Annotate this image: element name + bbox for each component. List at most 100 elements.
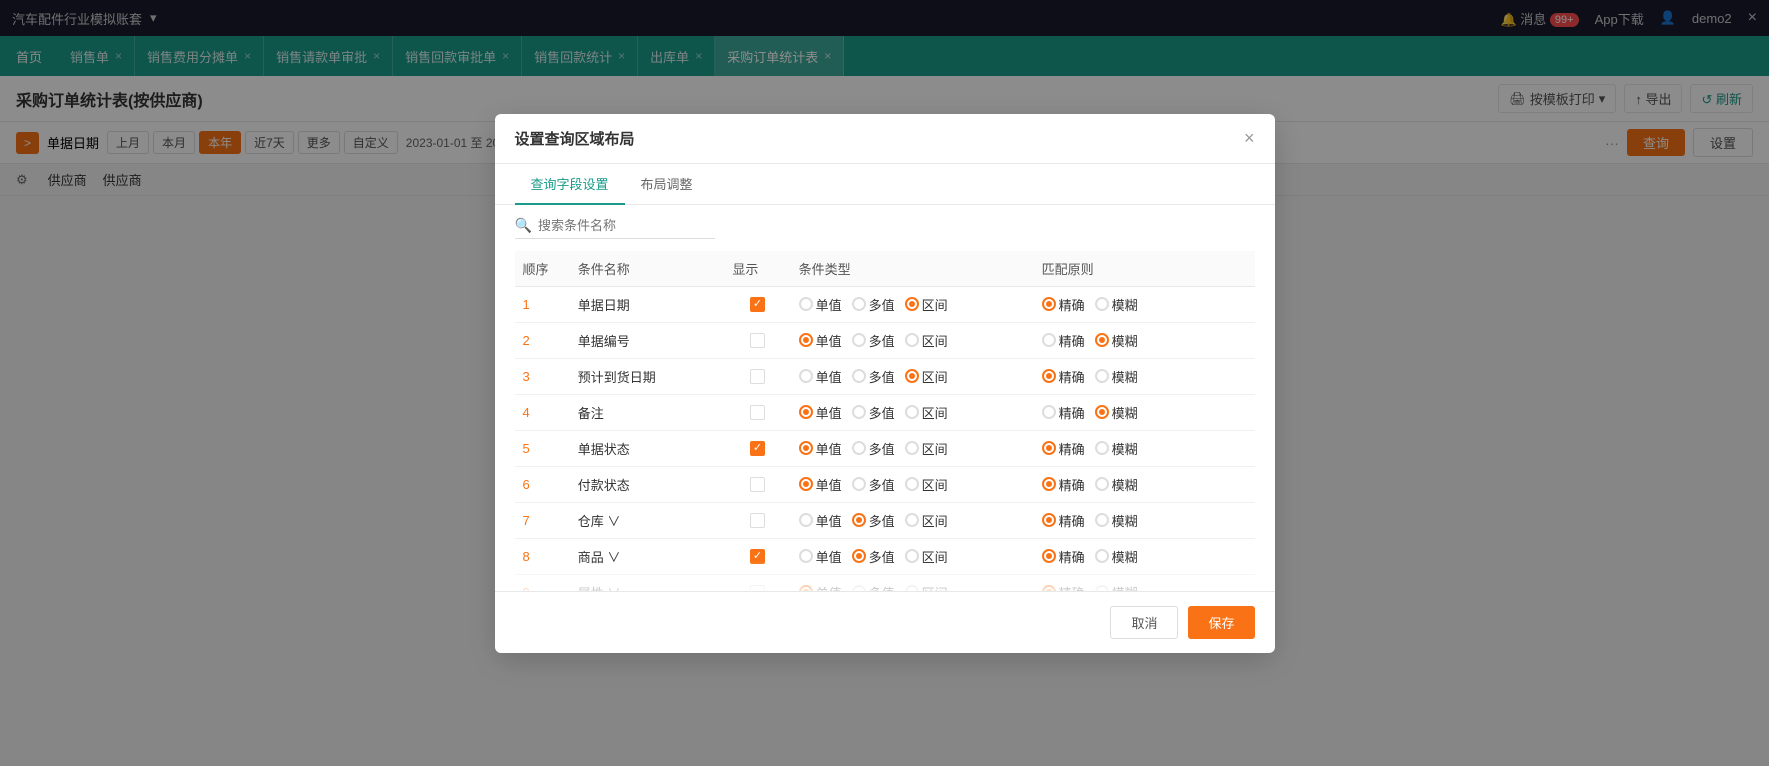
show-checkbox[interactable] bbox=[750, 441, 765, 456]
type-radio-区间[interactable]: 区间 bbox=[905, 403, 948, 422]
tab-layout-adjust[interactable]: 布局调整 bbox=[625, 164, 709, 205]
show-checkbox[interactable] bbox=[750, 585, 765, 591]
radio-circle bbox=[852, 297, 866, 311]
match-radio-模糊[interactable]: 模糊 bbox=[1095, 367, 1138, 386]
type-radio-区间[interactable]: 区间 bbox=[905, 367, 948, 386]
radio-circle bbox=[1042, 585, 1056, 591]
match-radio-精确[interactable]: 精确 bbox=[1042, 295, 1085, 314]
cell-match: 精确 模糊 bbox=[1034, 574, 1255, 591]
show-checkbox[interactable] bbox=[750, 369, 765, 384]
conditions-table: 顺序 条件名称 显示 条件类型 匹配原则 1单据日期单值多值区间精确模糊2单据编… bbox=[515, 251, 1255, 591]
th-name: 条件名称 bbox=[570, 251, 725, 287]
radio-label: 模糊 bbox=[1112, 475, 1138, 494]
show-checkbox[interactable] bbox=[750, 297, 765, 312]
type-radio-区间[interactable]: 区间 bbox=[905, 583, 948, 591]
type-radio-区间[interactable]: 区间 bbox=[905, 511, 948, 530]
match-radio-精确[interactable]: 精确 bbox=[1042, 475, 1085, 494]
match-radio-模糊[interactable]: 模糊 bbox=[1095, 331, 1138, 350]
cell-match: 精确模糊 bbox=[1034, 430, 1255, 466]
match-radio-精确[interactable]: 精确 bbox=[1042, 439, 1085, 458]
type-radio-多值[interactable]: 多值 bbox=[852, 475, 895, 494]
type-radio-单值[interactable]: 单值 bbox=[799, 295, 842, 314]
type-radio-区间[interactable]: 区间 bbox=[905, 331, 948, 350]
type-radio-单值[interactable]: 单值 bbox=[799, 583, 842, 591]
search-wrap: 🔍 bbox=[515, 217, 715, 239]
cancel-button[interactable]: 取消 bbox=[1110, 606, 1178, 639]
radio-label: 单值 bbox=[816, 331, 842, 350]
radio-circle bbox=[1042, 369, 1056, 383]
cell-show[interactable] bbox=[724, 430, 790, 466]
cell-show[interactable] bbox=[724, 502, 790, 538]
match-radio-模糊[interactable]: 模糊 bbox=[1095, 439, 1138, 458]
radio-label: 多值 bbox=[869, 439, 895, 458]
match-radio-精确[interactable]: 精确 bbox=[1042, 583, 1085, 591]
cell-name: 商品 ∨ bbox=[570, 538, 725, 574]
cell-show[interactable] bbox=[724, 394, 790, 430]
type-radio-单值[interactable]: 单值 bbox=[799, 511, 842, 530]
type-radio-多值[interactable]: 多值 bbox=[852, 547, 895, 566]
cell-show[interactable] bbox=[724, 574, 790, 591]
match-radio-模糊[interactable]: 模糊 bbox=[1095, 547, 1138, 566]
match-radio-精确[interactable]: 精确 bbox=[1042, 547, 1085, 566]
type-radio-多值[interactable]: 多值 bbox=[852, 295, 895, 314]
type-radio-区间[interactable]: 区间 bbox=[905, 475, 948, 494]
table-row: 9属性 ∨单值多值区间精确模糊 bbox=[515, 574, 1255, 591]
type-radio-多值[interactable]: 多值 bbox=[852, 367, 895, 386]
radio-label: 模糊 bbox=[1112, 583, 1138, 591]
modal-search-area: 🔍 bbox=[495, 205, 1275, 251]
match-radio-模糊[interactable]: 模糊 bbox=[1095, 295, 1138, 314]
radio-circle bbox=[799, 297, 813, 311]
radio-label: 区间 bbox=[922, 331, 948, 350]
radio-label: 区间 bbox=[922, 511, 948, 530]
type-radio-单值[interactable]: 单值 bbox=[799, 403, 842, 422]
cell-show[interactable] bbox=[724, 358, 790, 394]
radio-circle bbox=[852, 441, 866, 455]
radio-label: 模糊 bbox=[1112, 331, 1138, 350]
show-checkbox[interactable] bbox=[750, 513, 765, 528]
show-checkbox[interactable] bbox=[750, 549, 765, 564]
radio-label: 区间 bbox=[922, 475, 948, 494]
type-radio-多值[interactable]: 多值 bbox=[852, 331, 895, 350]
type-radio-单值[interactable]: 单值 bbox=[799, 331, 842, 350]
radio-circle bbox=[905, 477, 919, 491]
cell-show[interactable] bbox=[724, 466, 790, 502]
cell-show[interactable] bbox=[724, 538, 790, 574]
type-radio-区间[interactable]: 区间 bbox=[905, 547, 948, 566]
type-radio-单值[interactable]: 单值 bbox=[799, 475, 842, 494]
modal-close-button[interactable]: × bbox=[1244, 129, 1255, 147]
radio-circle bbox=[905, 549, 919, 563]
cell-show[interactable] bbox=[724, 286, 790, 322]
match-radio-模糊[interactable]: 模糊 bbox=[1095, 403, 1138, 422]
match-radio-精确[interactable]: 精确 bbox=[1042, 511, 1085, 530]
cell-show[interactable] bbox=[724, 322, 790, 358]
cell-type: 单值多值 区间 bbox=[791, 466, 1034, 502]
radio-circle bbox=[905, 333, 919, 347]
tab-query-fields[interactable]: 查询字段设置 bbox=[515, 164, 625, 205]
show-checkbox[interactable] bbox=[750, 333, 765, 348]
type-radio-区间[interactable]: 区间 bbox=[905, 295, 948, 314]
save-button[interactable]: 保存 bbox=[1188, 606, 1254, 639]
type-radio-多值[interactable]: 多值 bbox=[852, 511, 895, 530]
type-radio-单值[interactable]: 单值 bbox=[799, 439, 842, 458]
match-radio-精确[interactable]: 精确 bbox=[1042, 367, 1085, 386]
type-radio-多值[interactable]: 多值 bbox=[852, 583, 895, 591]
type-radio-单值[interactable]: 单值 bbox=[799, 367, 842, 386]
cell-match: 精确模糊 bbox=[1034, 358, 1255, 394]
radio-circle bbox=[905, 297, 919, 311]
type-radio-多值[interactable]: 多值 bbox=[852, 439, 895, 458]
show-checkbox[interactable] bbox=[750, 405, 765, 420]
radio-circle bbox=[852, 477, 866, 491]
radio-label: 区间 bbox=[922, 439, 948, 458]
match-radio-模糊[interactable]: 模糊 bbox=[1095, 511, 1138, 530]
match-radio-模糊[interactable]: 模糊 bbox=[1095, 583, 1138, 591]
type-radio-单值[interactable]: 单值 bbox=[799, 547, 842, 566]
radio-label: 单值 bbox=[816, 511, 842, 530]
radio-circle bbox=[799, 333, 813, 347]
show-checkbox[interactable] bbox=[750, 477, 765, 492]
match-radio-精确[interactable]: 精确 bbox=[1042, 403, 1085, 422]
type-radio-多值[interactable]: 多值 bbox=[852, 403, 895, 422]
search-input[interactable] bbox=[538, 218, 698, 233]
match-radio-模糊[interactable]: 模糊 bbox=[1095, 475, 1138, 494]
match-radio-精确[interactable]: 精确 bbox=[1042, 331, 1085, 350]
type-radio-区间[interactable]: 区间 bbox=[905, 439, 948, 458]
